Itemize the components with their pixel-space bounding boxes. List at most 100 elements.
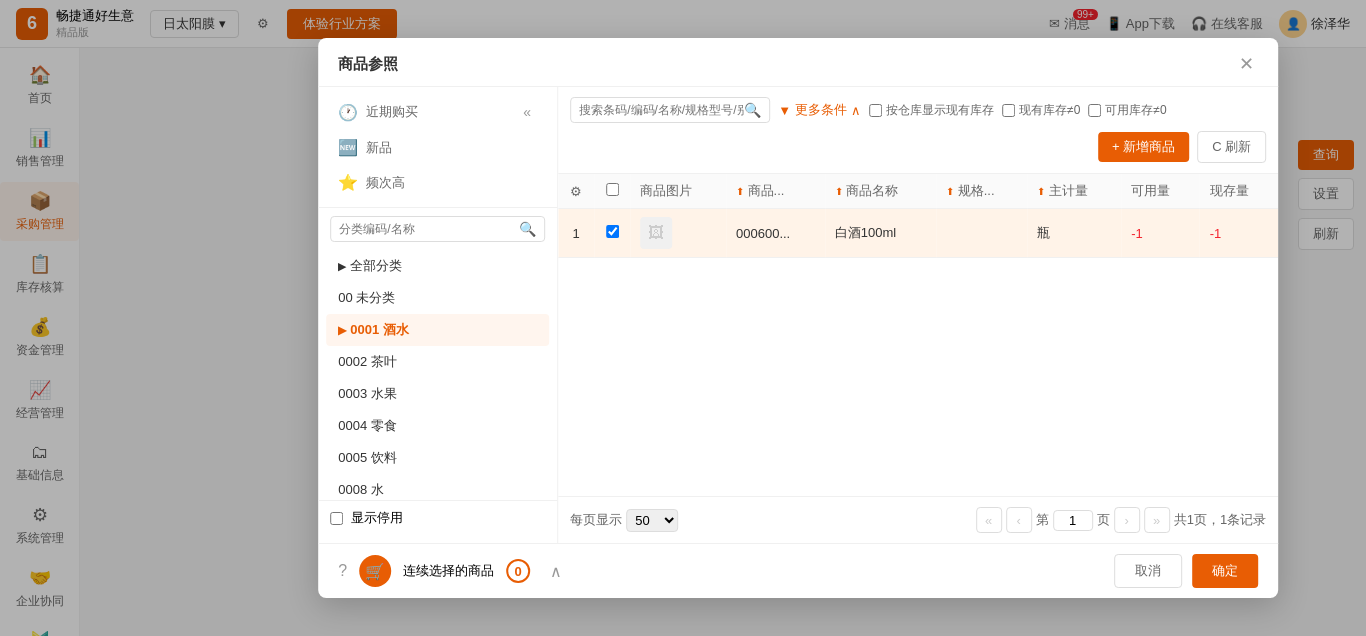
warehouse-filter-label[interactable]: 按仓库显示现有库存 [869, 102, 994, 119]
modal-body: 🕐 近期购买 « 🆕 新品 ⭐ 频次高 🔍 [318, 87, 1278, 543]
help-icon[interactable]: ? [338, 562, 347, 580]
product-image-placeholder: 🖼 [640, 217, 672, 249]
category-00[interactable]: 00 未分类 [326, 282, 549, 314]
select-all-checkbox[interactable] [606, 183, 619, 196]
category-0003-label: 0003 水果 [338, 385, 397, 403]
cart-button[interactable]: 🛒 [359, 555, 391, 587]
product-table: ⚙ 商品图片 ⬆ 商品... ⬆ 商品名称 ⬆ 规格... [558, 174, 1278, 258]
cancel-button[interactable]: 取消 [1114, 554, 1182, 588]
frequent-item[interactable]: ⭐ 频次高 [326, 166, 549, 199]
row-checkbox[interactable] [606, 225, 619, 238]
filter-icon: ▼ [778, 103, 791, 118]
left-panel-collapse-icon[interactable]: « [517, 102, 537, 122]
warehouse-filter-checkbox[interactable] [869, 104, 882, 117]
row-num: 1 [558, 209, 594, 258]
existing-stock-checkbox[interactable] [1002, 104, 1015, 117]
page-size-selector[interactable]: 每页显示 10 20 50 100 [570, 509, 678, 532]
sort-unit-icon: ⬆ [1037, 186, 1045, 197]
category-0002[interactable]: 0002 茶叶 [326, 346, 549, 378]
product-search-icon[interactable]: 🔍 [744, 102, 761, 118]
available-stock-text: 可用库存≠0 [1105, 102, 1166, 119]
prev-page-button[interactable]: ‹ [1006, 507, 1032, 533]
row-checkbox-cell[interactable] [594, 209, 630, 258]
star-icon: ⭐ [338, 173, 358, 192]
frequent-label: 频次高 [366, 174, 405, 192]
category-0005[interactable]: 0005 饮料 [326, 442, 549, 474]
col-code[interactable]: ⬆ 商品... [726, 174, 825, 209]
left-panel: 🕐 近期购买 « 🆕 新品 ⭐ 频次高 🔍 [318, 87, 558, 543]
modal-footer: ? 🛒 连续选择的商品 0 ∧ 取消 确定 [318, 543, 1278, 598]
row-image: 🖼 [630, 209, 726, 258]
modal-header: 商品参照 ✕ [318, 38, 1278, 87]
per-page-label: 每页显示 [570, 511, 622, 529]
product-reference-modal: 商品参照 ✕ 🕐 近期购买 « 🆕 新品 ⭐ 频次高 [318, 38, 1278, 598]
category-0001-label: 0001 酒水 [350, 321, 409, 339]
clock-icon: 🕐 [338, 103, 358, 122]
col-unit[interactable]: ⬆ 主计量 [1027, 174, 1121, 209]
first-page-button[interactable]: « [976, 507, 1002, 533]
table-row[interactable]: 1 🖼 000600... 白酒100ml 瓶 -1 -1 [558, 209, 1278, 258]
category-all[interactable]: ▶ 全部分类 [326, 250, 549, 282]
show-disabled-label: 显示停用 [351, 509, 403, 527]
category-00-label: 00 未分类 [338, 289, 395, 307]
category-0005-label: 0005 饮料 [338, 449, 397, 467]
category-0004[interactable]: 0004 零食 [326, 410, 549, 442]
new-product-label: 新品 [366, 139, 392, 157]
product-search-input[interactable] [579, 103, 744, 117]
existing-stock-filter-label[interactable]: 现有库存≠0 [1002, 102, 1080, 119]
col-spec[interactable]: ⬆ 规格... [936, 174, 1027, 209]
row-code: 000600... [726, 209, 825, 258]
col-stock: 现存量 [1200, 174, 1279, 209]
category-all-label: 全部分类 [350, 257, 402, 275]
row-available: -1 [1121, 209, 1200, 258]
table-header-row: ⚙ 商品图片 ⬆ 商品... ⬆ 商品名称 ⬆ 规格... [558, 174, 1278, 209]
cart-label: 连续选择的商品 [403, 562, 494, 580]
available-stock-filter-label[interactable]: 可用库存≠0 [1088, 102, 1166, 119]
pagination: 每页显示 10 20 50 100 « ‹ 第 页 › » 共 [558, 496, 1278, 543]
more-filter-button[interactable]: ▼ 更多条件 ∧ [778, 101, 861, 119]
category-0001[interactable]: ▶ 0001 酒水 [326, 314, 549, 346]
sort-icon: ⬆ [736, 186, 744, 197]
add-product-button[interactable]: + 新增商品 [1098, 132, 1189, 162]
next-page-button[interactable]: › [1114, 507, 1140, 533]
page-number-input[interactable] [1053, 510, 1093, 531]
cart-count-badge: 0 [506, 559, 530, 583]
category-0002-label: 0002 茶叶 [338, 353, 397, 371]
product-table-container: ⚙ 商品图片 ⬆ 商品... ⬆ 商品名称 ⬆ 规格... [558, 174, 1278, 496]
footer-right: 取消 确定 [1114, 554, 1258, 588]
available-stock-checkbox[interactable] [1088, 104, 1101, 117]
arrow-icon: ▶ [338, 260, 346, 273]
recent-purchase-item[interactable]: 🕐 近期购买 « [326, 95, 549, 129]
warehouse-filter-text: 按仓库显示现有库存 [886, 102, 994, 119]
page-suffix: 页 [1097, 511, 1110, 529]
toolbar: 🔍 ▼ 更多条件 ∧ 按仓库显示现有库存 现有库存≠0 可用库存≠0 [558, 87, 1278, 174]
row-name: 白酒100ml [825, 209, 936, 258]
col-available: 可用量 [1121, 174, 1200, 209]
new-product-item[interactable]: 🆕 新品 [326, 131, 549, 164]
modal-close-button[interactable]: ✕ [1234, 52, 1258, 76]
col-settings[interactable]: ⚙ [558, 174, 594, 209]
category-0003[interactable]: 0003 水果 [326, 378, 549, 410]
col-name[interactable]: ⬆ 商品名称 [825, 174, 936, 209]
category-0008-label: 0008 水 [338, 481, 384, 499]
footer-collapse-icon[interactable]: ∧ [550, 562, 562, 581]
modal-title: 商品参照 [338, 55, 398, 74]
page-total: 共1页，1条记录 [1174, 511, 1266, 529]
confirm-button[interactable]: 确定 [1192, 554, 1258, 588]
col-checkbox [594, 174, 630, 209]
row-stock: -1 [1200, 209, 1279, 258]
refresh-button[interactable]: C 刷新 [1197, 131, 1266, 163]
last-page-button[interactable]: » [1144, 507, 1170, 533]
filter-label: 更多条件 [795, 101, 847, 119]
category-0008[interactable]: 0008 水 [326, 474, 549, 500]
filter-collapse-icon: ∧ [851, 103, 861, 118]
existing-stock-text: 现有库存≠0 [1019, 102, 1080, 119]
show-disabled-checkbox[interactable] [330, 512, 343, 525]
category-search-icon[interactable]: 🔍 [519, 221, 536, 237]
page-nav: « ‹ 第 页 › » 共1页，1条记录 [976, 507, 1266, 533]
row-unit: 瓶 [1027, 209, 1121, 258]
per-page-select[interactable]: 10 20 50 100 [626, 509, 678, 532]
product-search-box[interactable]: 🔍 [570, 97, 770, 123]
category-search-box[interactable]: 🔍 [330, 216, 545, 242]
category-search-input[interactable] [339, 222, 519, 236]
